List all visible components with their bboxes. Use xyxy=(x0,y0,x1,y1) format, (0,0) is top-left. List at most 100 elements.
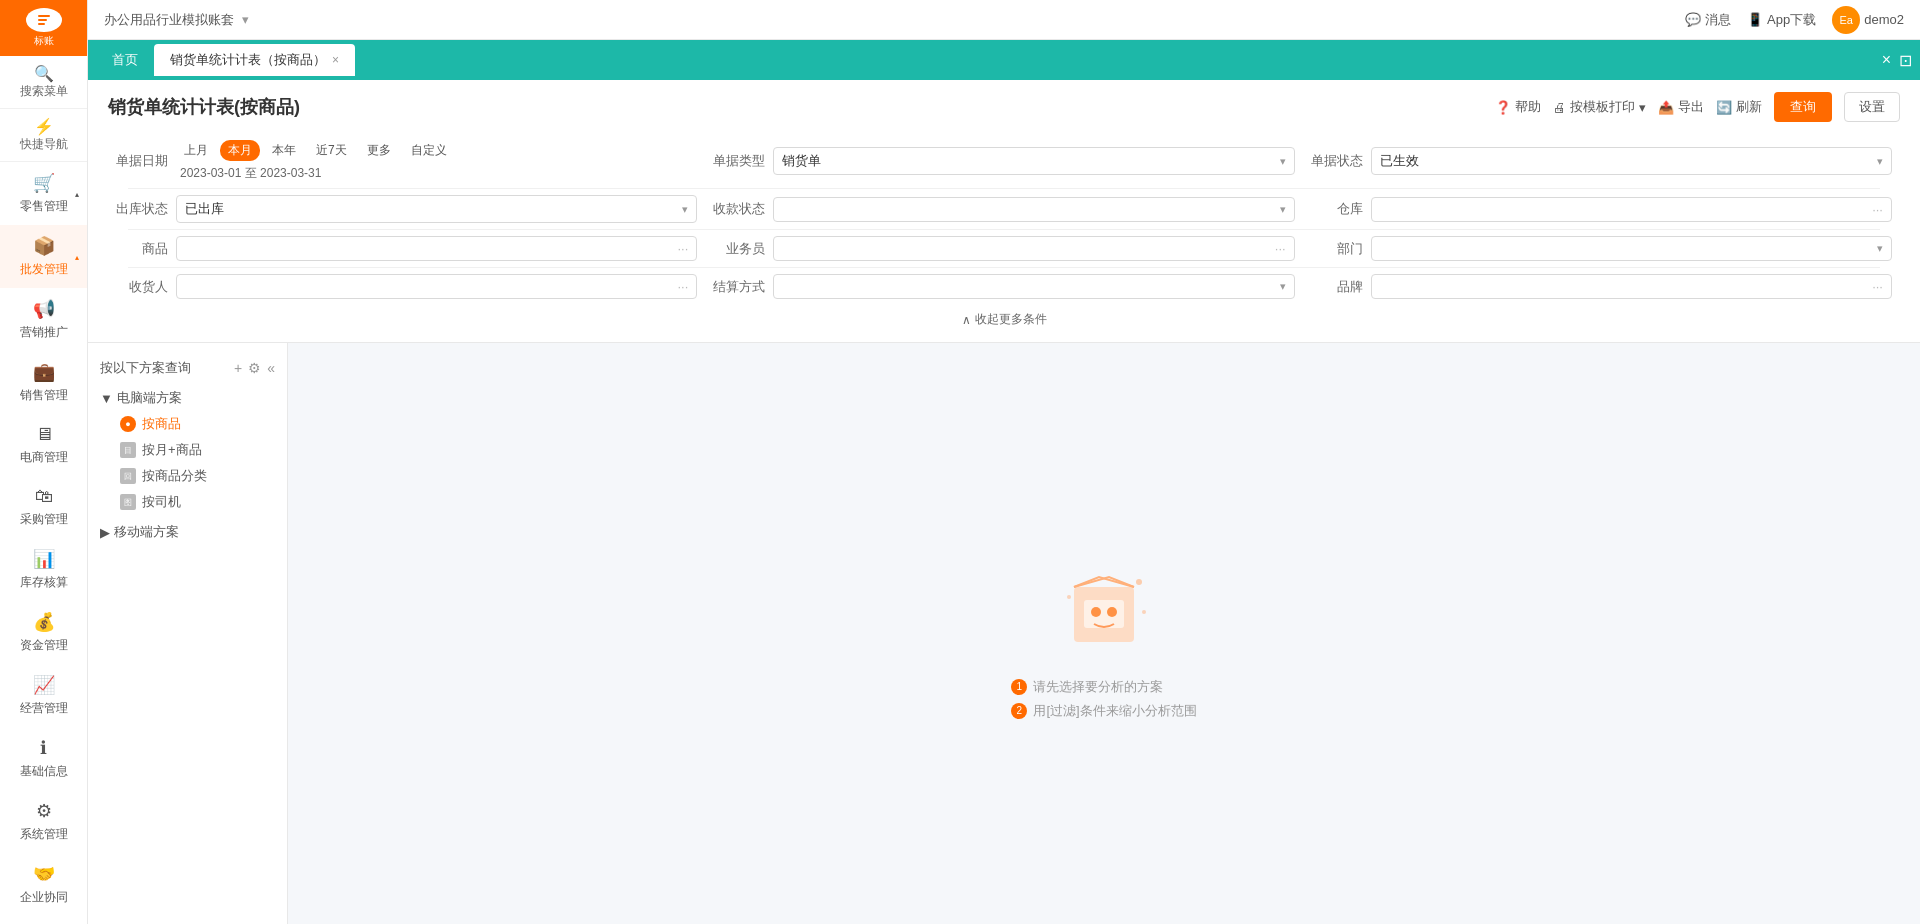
user-menu[interactable]: Ea demo2 xyxy=(1832,6,1904,34)
brand-label: 品牌 xyxy=(1311,278,1371,296)
scheme-item-by-goods[interactable]: ● 按商品 xyxy=(88,411,287,437)
receiver-dots-icon[interactable]: ··· xyxy=(677,279,688,294)
header-left: 办公用品行业模拟账套 ▾ xyxy=(104,11,249,29)
warehouse-input[interactable]: ··· xyxy=(1371,197,1892,222)
tab-active[interactable]: 销货单统计计表（按商品） × xyxy=(154,44,355,76)
dropdown-arrow-icon[interactable]: ▾ xyxy=(242,12,249,27)
goods-input[interactable]: ··· xyxy=(176,236,697,261)
sidebar-item-collab[interactable]: 🤝 企业协同 xyxy=(0,853,87,916)
message-btn[interactable]: 💬 消息 xyxy=(1685,11,1731,29)
filter-date-cell: 单据日期 上月 本月 本年 近7天 更多 自定义 2023-03-01 至 20… xyxy=(108,134,705,188)
refresh-icon: 🔄 xyxy=(1716,100,1732,115)
date-tab-last-month[interactable]: 上月 xyxy=(176,140,216,161)
avatar: Ea xyxy=(1832,6,1860,34)
goods-label: 商品 xyxy=(116,240,176,258)
svg-point-5 xyxy=(1136,579,1142,585)
active-scheme-icon: ● xyxy=(120,416,136,432)
outstatus-label: 出库状态 xyxy=(116,200,176,218)
sidebar-item-purchase[interactable]: 🛍 采购管理 xyxy=(0,476,87,538)
date-tab-this-year[interactable]: 本年 xyxy=(264,140,304,161)
receiver-input[interactable]: ··· xyxy=(176,274,697,299)
collapse-arrow-icon: ∧ xyxy=(962,313,971,327)
page-actions: ❓ 帮助 🖨 按模板打印 ▾ 📤 导出 🔄 刷新 xyxy=(1495,92,1900,122)
salesperson-dots-icon[interactable]: ··· xyxy=(1275,241,1286,256)
sidebar-item-newbie[interactable]: 🎯 新手引导 xyxy=(0,916,87,924)
scheme-subitem-icon-1: 目 xyxy=(120,442,136,458)
settings-btn[interactable]: 设置 xyxy=(1844,92,1900,122)
sidebar-item-retail[interactable]: 🛒 零售管理 xyxy=(0,162,87,225)
collapse-btn[interactable]: ∧ 收起更多条件 xyxy=(108,305,1900,334)
sidebar-item-finance[interactable]: 💰 资金管理 xyxy=(0,601,87,664)
collapse-scheme-icon[interactable]: « xyxy=(267,360,275,376)
mobile-scheme-group[interactable]: ▶ 移动端方案 xyxy=(88,519,287,545)
sidebar-item-system[interactable]: ⚙ 系统管理 xyxy=(0,790,87,853)
logo-icon xyxy=(26,8,62,32)
settlement-select[interactable]: ▾ xyxy=(773,274,1294,299)
doc-type-select[interactable]: 销货单 ▾ xyxy=(773,147,1294,175)
filter-row-4: 收货人 ··· 结算方式 ▾ 品牌 xyxy=(108,268,1900,305)
sidebar-item-basic[interactable]: ℹ 基础信息 xyxy=(0,727,87,790)
scheme-item-by-driver[interactable]: 图 按司机 xyxy=(88,489,287,515)
tab-bar: 首页 销货单统计计表（按商品） × × ⊡ xyxy=(88,40,1920,80)
app-download-btn[interactable]: 📱 App下载 xyxy=(1747,11,1816,29)
filter-goods-cell: 商品 ··· xyxy=(108,230,705,267)
brand-dots-icon[interactable]: ··· xyxy=(1872,279,1883,294)
filter-salesperson-cell: 业务员 ··· xyxy=(705,230,1302,267)
maximize-btn[interactable]: ⊡ xyxy=(1899,51,1912,70)
minimize-btn[interactable]: × xyxy=(1882,51,1891,69)
pc-scheme-group[interactable]: ▼ 电脑端方案 xyxy=(88,385,287,411)
goods-dots-icon[interactable]: ··· xyxy=(677,241,688,256)
date-tab-custom[interactable]: 自定义 xyxy=(403,140,455,161)
tab-home[interactable]: 首页 xyxy=(96,44,154,76)
doc-status-select[interactable]: 已生效 ▾ xyxy=(1371,147,1892,175)
left-panel-title: 按以下方案查询 xyxy=(100,359,191,377)
sidebar-item-marketing[interactable]: 📢 营销推广 xyxy=(0,288,87,351)
filter-row-3: 商品 ··· 业务员 ··· 部门 xyxy=(108,230,1900,267)
sidebar-search-item[interactable]: 🔍 搜索菜单 xyxy=(0,56,87,109)
empty-illustration xyxy=(1044,542,1164,662)
date-tabs: 上月 本月 本年 近7天 更多 自定义 xyxy=(176,140,697,161)
sidebar-item-sales[interactable]: 💼 销售管理 xyxy=(0,351,87,414)
department-select[interactable]: ▾ xyxy=(1371,236,1892,261)
sidebar: 标账 🔍 搜索菜单 ⚡ 快捷导航 🛒 零售管理 📦 批发管理 📢 营销推广 💼 … xyxy=(0,0,88,924)
sidebar-item-ecommerce[interactable]: 🖥 电商管理 xyxy=(0,414,87,476)
filter-receiptstatus-cell: 收款状态 ▾ xyxy=(705,189,1302,229)
date-range[interactable]: 2023-03-01 至 2023-03-31 xyxy=(180,165,697,182)
date-tab-more[interactable]: 更多 xyxy=(359,140,399,161)
scheme-item-by-month-goods[interactable]: 目 按月+商品 xyxy=(88,437,287,463)
logo-area: 标账 xyxy=(0,0,87,56)
sidebar-item-operations[interactable]: 📈 经营管理 xyxy=(0,664,87,727)
filter-row-2: 出库状态 已出库 ▾ 收款状态 ▾ 仓库 xyxy=(108,189,1900,229)
query-btn[interactable]: 查询 xyxy=(1774,92,1832,122)
salesperson-input[interactable]: ··· xyxy=(773,236,1294,261)
tab-close-icon[interactable]: × xyxy=(332,53,339,67)
salesperson-label: 业务员 xyxy=(713,240,773,258)
sidebar-item-inventory[interactable]: 📊 库存核算 xyxy=(0,538,87,601)
brand-input[interactable]: ··· xyxy=(1371,274,1892,299)
sidebar-item-wholesale[interactable]: 📦 批发管理 xyxy=(0,225,87,288)
sidebar-quick-nav-item[interactable]: ⚡ 快捷导航 xyxy=(0,109,87,162)
date-tab-7days[interactable]: 近7天 xyxy=(308,140,355,161)
receipt-status-select[interactable]: ▾ xyxy=(773,197,1294,222)
export-btn[interactable]: 📤 导出 xyxy=(1658,98,1704,116)
help-btn[interactable]: ❓ 帮助 xyxy=(1495,98,1541,116)
filter-area: 单据日期 上月 本月 本年 近7天 更多 自定义 2023-03-01 至 20… xyxy=(108,134,1900,342)
filter-warehouse-cell: 仓库 ··· xyxy=(1303,189,1900,229)
tip-num-1: 1 xyxy=(1011,679,1027,695)
warehouse-dots-icon[interactable]: ··· xyxy=(1872,202,1883,217)
scheme-item-by-category[interactable]: 回 按商品分类 xyxy=(88,463,287,489)
settings-scheme-icon[interactable]: ⚙ xyxy=(248,360,261,376)
refresh-btn[interactable]: 🔄 刷新 xyxy=(1716,98,1762,116)
out-status-select[interactable]: 已出库 ▾ xyxy=(176,195,697,223)
date-label: 单据日期 xyxy=(116,152,176,170)
add-scheme-icon[interactable]: + xyxy=(234,360,242,376)
left-panel-icons: + ⚙ « xyxy=(234,360,275,376)
svg-point-3 xyxy=(1091,607,1101,617)
template-print-arrow-icon: ▾ xyxy=(1639,100,1646,115)
template-print-btn[interactable]: 🖨 按模板打印 ▾ xyxy=(1553,98,1646,116)
date-tab-this-month[interactable]: 本月 xyxy=(220,140,260,161)
svg-point-6 xyxy=(1067,595,1071,599)
empty-tip-1: 1 请先选择要分析的方案 xyxy=(1011,678,1196,696)
receiver-label: 收货人 xyxy=(116,278,176,296)
expand-mobile-arrow-icon: ▶ xyxy=(100,525,110,540)
